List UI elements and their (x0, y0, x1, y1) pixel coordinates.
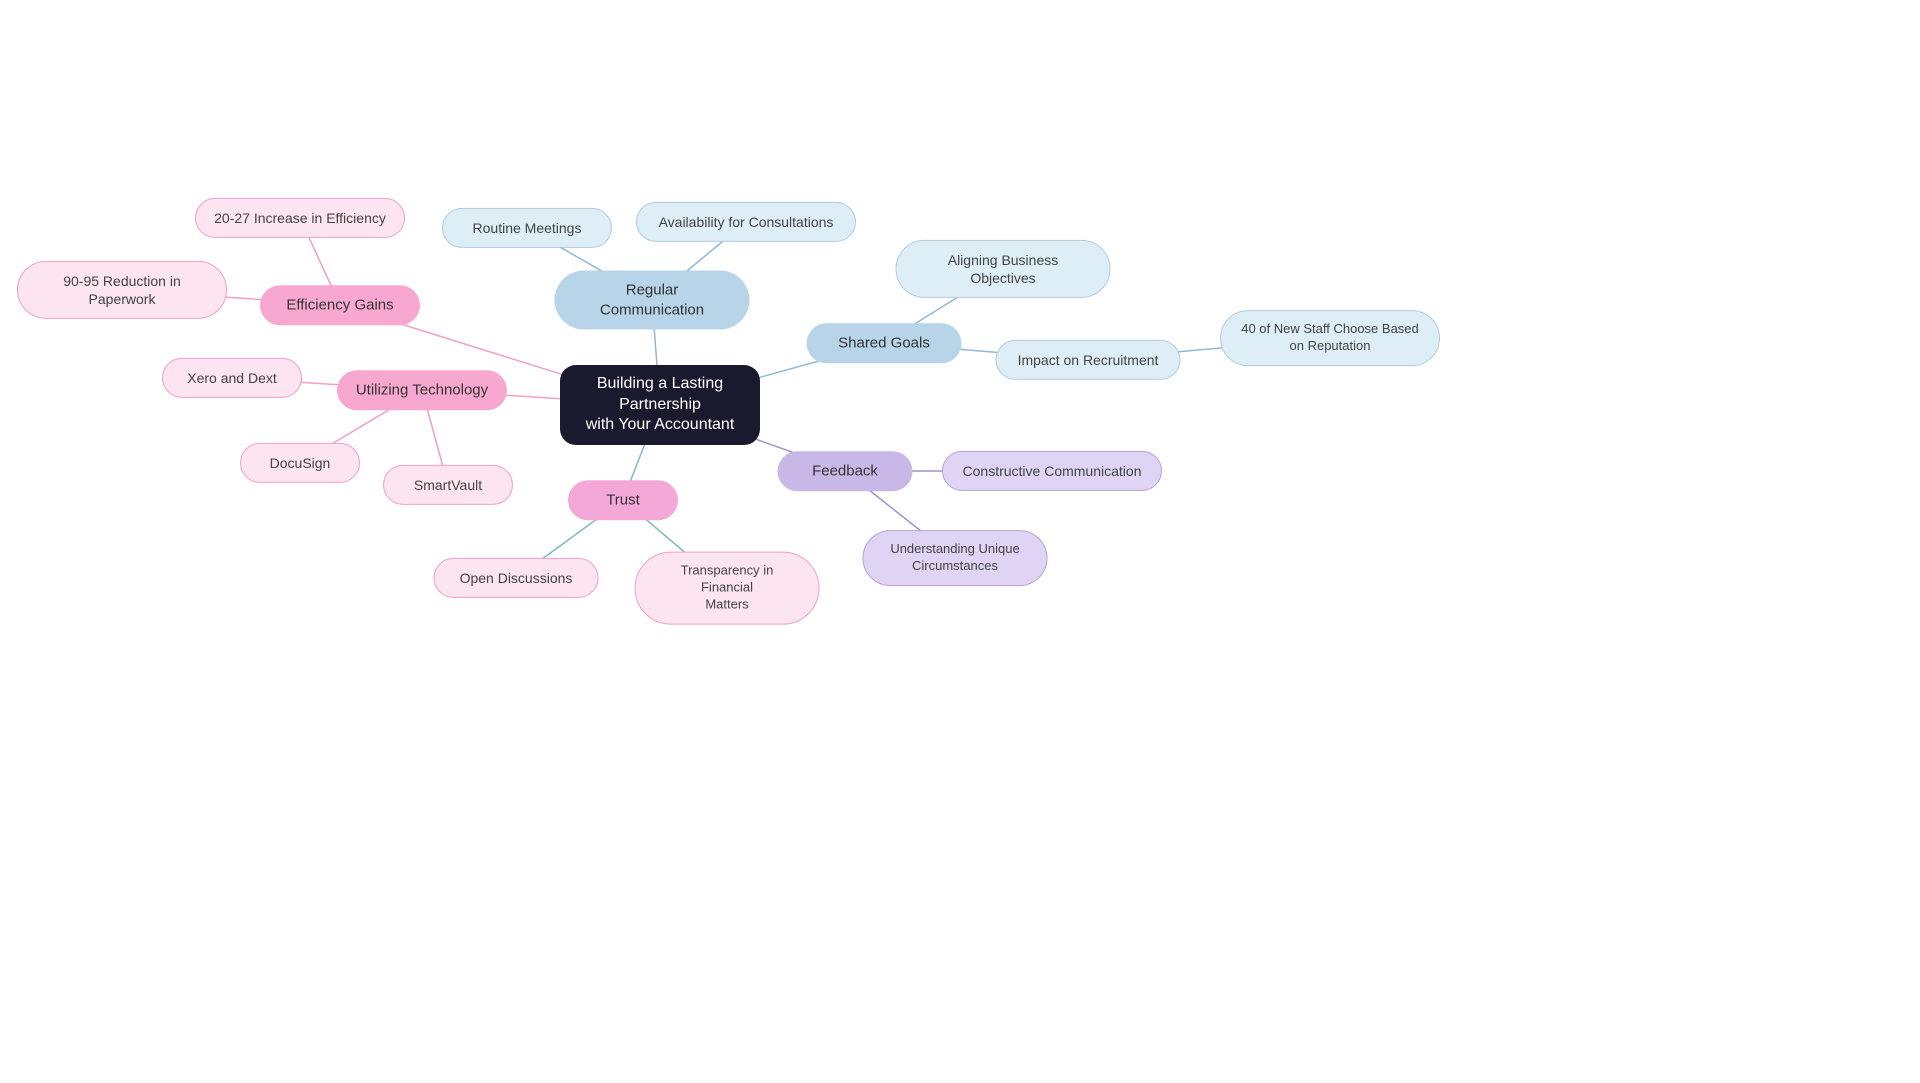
node-constructive-communication[interactable]: Constructive Communication (942, 451, 1162, 491)
node-shared-goals[interactable]: Shared Goals (807, 323, 962, 363)
node-aligning-objectives[interactable]: Aligning Business Objectives (896, 240, 1111, 298)
node-routine-meetings[interactable]: Routine Meetings (442, 208, 612, 248)
node-smartvault[interactable]: SmartVault (383, 465, 513, 505)
node-reduction-paperwork[interactable]: 90-95 Reduction in Paperwork (17, 261, 227, 319)
node-open-discussions[interactable]: Open Discussions (434, 558, 599, 598)
node-docusign[interactable]: DocuSign (240, 443, 360, 483)
node-xero-dext[interactable]: Xero and Dext (162, 358, 302, 398)
node-transparency-financial[interactable]: Transparency in FinancialMatters (635, 552, 820, 625)
node-impact-recruitment[interactable]: Impact on Recruitment (996, 340, 1181, 380)
node-utilizing-technology[interactable]: Utilizing Technology (337, 370, 507, 410)
node-availability-consultations[interactable]: Availability for Consultations (636, 202, 856, 242)
center-node[interactable]: Building a Lasting Partnershipwith Your … (560, 365, 760, 445)
node-trust[interactable]: Trust (568, 480, 678, 520)
node-understanding-circumstances[interactable]: Understanding UniqueCircumstances (863, 530, 1048, 586)
node-efficiency-gains[interactable]: Efficiency Gains (260, 285, 420, 325)
node-feedback[interactable]: Feedback (778, 451, 913, 491)
node-regular-communication[interactable]: Regular Communication (555, 271, 750, 330)
node-increase-efficiency[interactable]: 20-27 Increase in Efficiency (195, 198, 405, 238)
node-40-new-staff[interactable]: 40 of New Staff Choose Based on Reputati… (1220, 310, 1440, 366)
